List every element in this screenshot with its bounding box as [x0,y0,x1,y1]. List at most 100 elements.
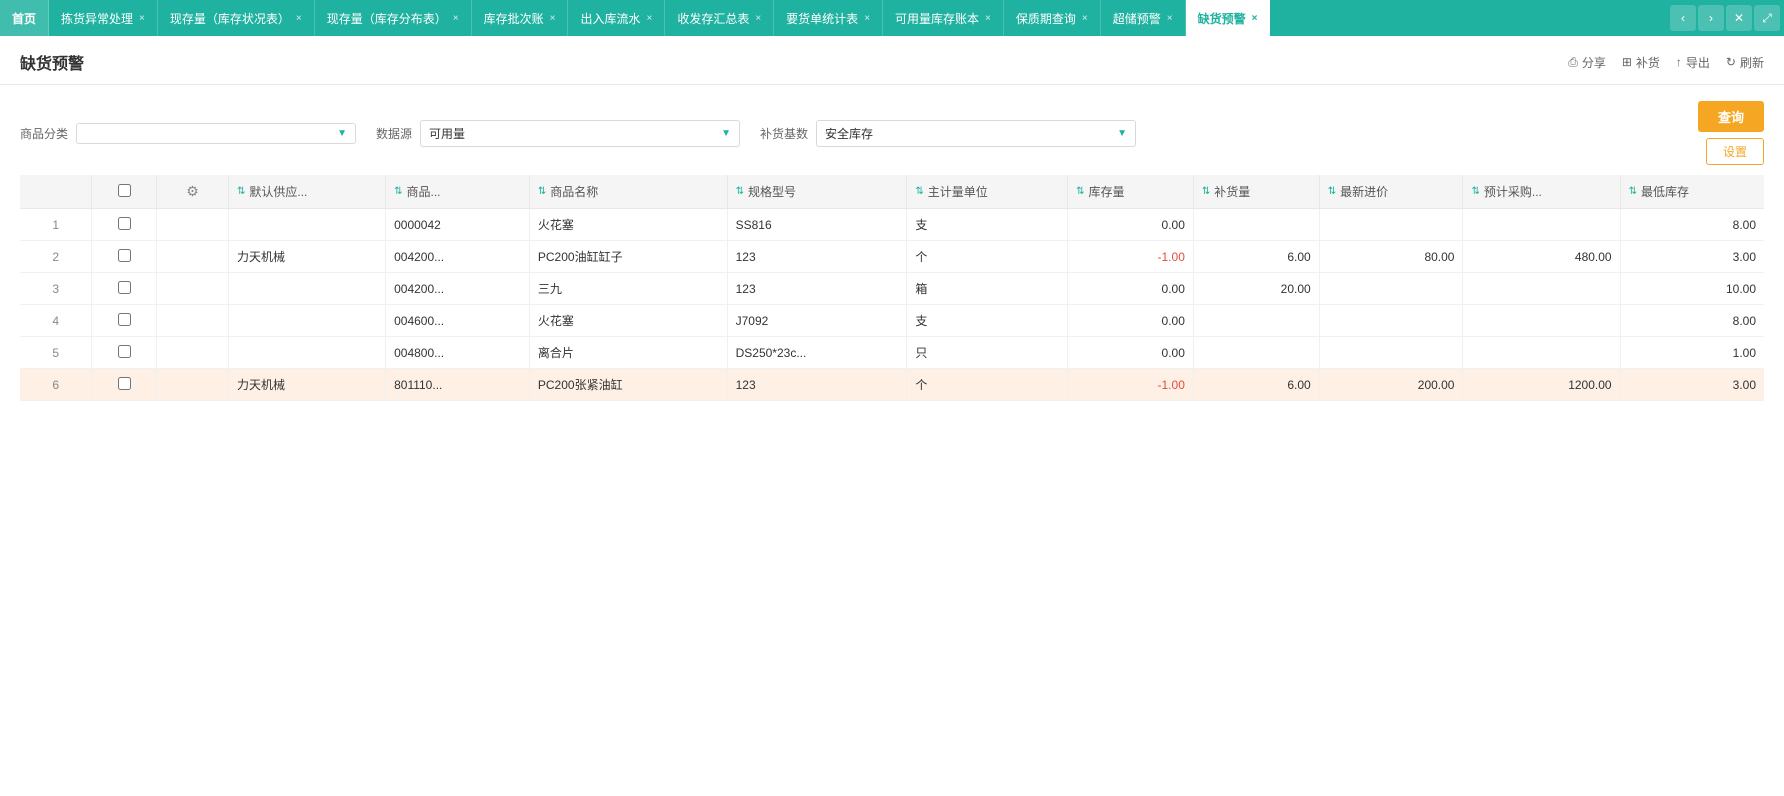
settings-button[interactable]: 设置 [1706,138,1764,165]
sort-replenish-icon[interactable]: ⇅ [1202,186,1210,197]
tab-nav-buttons: ‹ › ✕ ⤢ [1670,5,1784,31]
tab-close-batch-account[interactable]: × [550,13,556,24]
select-all-checkbox[interactable] [118,184,131,197]
sort-spec-icon[interactable]: ⇅ [736,186,744,197]
tab-inventory-status[interactable]: 现存量（库存状况表） × [158,0,315,36]
tab-home[interactable]: 首页 [0,0,49,36]
th-name: ⇅ 商品名称 [529,175,727,209]
sort-supplier-icon[interactable]: ⇅ [237,186,245,197]
datasource-filter-group: 数据源 可用量 ▼ [376,120,740,147]
cell-name: PC200张紧油缸 [529,369,727,401]
cell-min-stock: 3.00 [1620,241,1764,273]
page-container: 缺货预警 ⎙ 分享 ⊞ 补货 ↑ 导出 ↻ 刷新 商品分类 [0,36,1784,796]
cell-spec: DS250*23c... [727,337,907,369]
th-unit: ⇅ 主计量单位 [907,175,1068,209]
tab-prev-button[interactable]: ‹ [1670,5,1696,31]
tab-inout-flow[interactable]: 出入库流水 × [568,0,665,36]
tab-close-exception[interactable]: × [139,13,145,24]
cell-spec: J7092 [727,305,907,337]
tab-close-expiry-query[interactable]: × [1082,13,1088,24]
share-button[interactable]: ⎙ 分享 [1568,54,1606,71]
cell-checkbox[interactable] [92,241,157,273]
row-checkbox[interactable] [118,313,131,326]
cell-replenish [1193,209,1319,241]
cell-replenish: 20.00 [1193,273,1319,305]
th-est-purchase: ⇅ 预计采购... [1463,175,1620,209]
replenish-button[interactable]: ⊞ 补货 [1622,54,1660,71]
tab-expiry-query[interactable]: 保质期查询 × [1004,0,1101,36]
cell-name: 离合片 [529,337,727,369]
row-checkbox[interactable] [118,217,131,230]
refresh-button[interactable]: ↻ 刷新 [1726,54,1764,71]
replenish-base-label: 补货基数 [760,125,808,142]
tab-exception[interactable]: 拣货异常处理 × [49,0,158,36]
cell-name: 火花塞 [529,305,727,337]
sort-price-icon[interactable]: ⇅ [1328,186,1336,197]
cell-code: 801110... [386,369,530,401]
row-checkbox[interactable] [118,281,131,294]
cell-stock: 0.00 [1068,305,1194,337]
cell-unit: 个 [907,241,1068,273]
table-body: 1 0000042 火花塞 SS816 支 0.00 8.00 2 力天机械 0… [20,209,1764,401]
cell-index: 3 [20,273,92,305]
category-select[interactable]: ▼ [76,123,356,144]
replenish-base-select[interactable]: 安全库存 ▼ [816,120,1136,147]
tab-close-shortage[interactable]: × [1252,13,1258,24]
tab-close-all-button[interactable]: ✕ [1726,5,1752,31]
tab-available-ledger[interactable]: 可用量库存账本 × [883,0,1004,36]
cell-supplier [228,209,385,241]
cell-checkbox[interactable] [92,369,157,401]
sort-purchase-icon[interactable]: ⇅ [1471,186,1479,197]
tab-batch-account[interactable]: 库存批次账 × [472,0,569,36]
cell-checkbox[interactable] [92,337,157,369]
datasource-chevron-icon: ▼ [721,128,731,139]
cell-checkbox[interactable] [92,209,157,241]
filter-area: 商品分类 ▼ 数据源 可用量 ▼ 补货基数 安全库存 ▼ 查询 设置 [0,85,1784,175]
sort-minstock-icon[interactable]: ⇅ [1629,186,1637,197]
row-checkbox[interactable] [118,377,131,390]
th-stock: ⇅ 库存量 [1068,175,1194,209]
cell-checkbox[interactable] [92,305,157,337]
sort-unit-icon[interactable]: ⇅ [915,186,923,197]
cell-spec: 123 [727,241,907,273]
tab-close-inventory-dist[interactable]: × [453,13,459,24]
cell-code: 004600... [386,305,530,337]
column-settings-icon[interactable]: ⚙ [186,183,199,199]
row-checkbox[interactable] [118,249,131,262]
datasource-select[interactable]: 可用量 ▼ [420,120,740,147]
cell-est-purchase: 1200.00 [1463,369,1620,401]
tab-order-stats[interactable]: 要货单统计表 × [774,0,883,36]
th-replenish: ⇅ 补货量 [1193,175,1319,209]
cell-replenish [1193,337,1319,369]
tab-shortage[interactable]: 缺货预警 × [1186,0,1271,36]
cell-est-purchase [1463,273,1620,305]
tab-fullscreen-button[interactable]: ⤢ [1754,5,1780,31]
tab-close-inventory-status[interactable]: × [296,13,302,24]
tab-inventory-dist[interactable]: 现存量（库存分布表） × [315,0,472,36]
tab-receive-summary[interactable]: 收发存汇总表 × [665,0,774,36]
tab-overstock[interactable]: 超储预警 × [1101,0,1186,36]
export-button[interactable]: ↑ 导出 [1676,54,1710,71]
th-min-stock: ⇅ 最低库存 [1620,175,1764,209]
cell-spec: 123 [727,273,907,305]
tab-next-button[interactable]: › [1698,5,1724,31]
query-button[interactable]: 查询 [1698,101,1764,132]
row-checkbox[interactable] [118,345,131,358]
cell-settings [157,241,229,273]
category-filter-group: 商品分类 ▼ [20,123,356,144]
filter-right-actions: 查询 设置 [1698,101,1764,165]
replenish-base-filter-group: 补货基数 安全库存 ▼ [760,120,1136,147]
tab-close-order-stats[interactable]: × [864,13,870,24]
table-row: 2 力天机械 004200... PC200油缸缸子 123 个 -1.00 6… [20,241,1764,273]
sort-stock-icon[interactable]: ⇅ [1076,186,1084,197]
sort-name-icon[interactable]: ⇅ [538,186,546,197]
cell-min-stock: 8.00 [1620,305,1764,337]
tab-close-overstock[interactable]: × [1167,13,1173,24]
cell-checkbox[interactable] [92,273,157,305]
sort-code-icon[interactable]: ⇅ [394,186,402,197]
tab-close-available-ledger[interactable]: × [985,13,991,24]
cell-name: PC200油缸缸子 [529,241,727,273]
tab-close-receive-summary[interactable]: × [755,13,761,24]
tab-close-inout-flow[interactable]: × [646,13,652,24]
cell-min-stock: 3.00 [1620,369,1764,401]
